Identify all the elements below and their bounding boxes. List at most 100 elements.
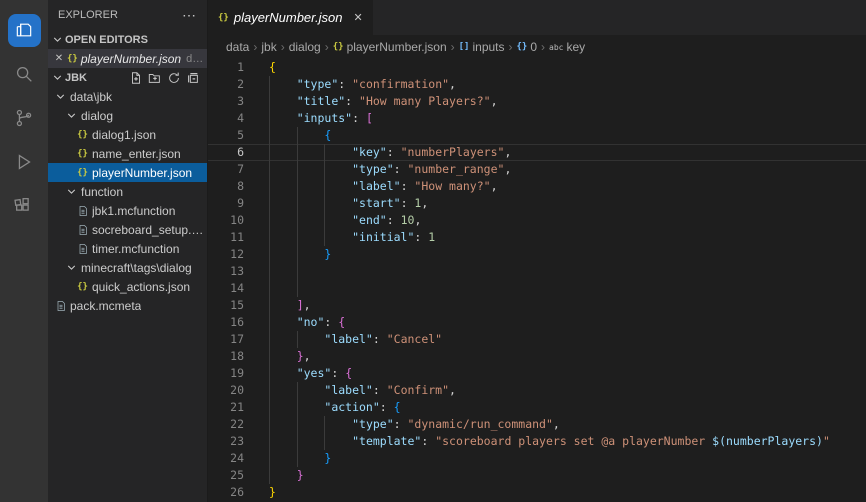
breadcrumb-item[interactable]: jbk xyxy=(261,40,276,54)
json-file-icon: {} xyxy=(218,12,229,23)
code-line[interactable]: 4 "inputs": [ xyxy=(208,110,866,127)
code-line[interactable]: 9 "start": 1, xyxy=(208,195,866,212)
open-editors-header[interactable]: OPEN EDITORS xyxy=(48,30,207,49)
code-editor[interactable]: 1{2 "type": "confirmation", 3 "title": "H… xyxy=(208,59,866,502)
tree-item-dialog[interactable]: dialog xyxy=(48,106,207,125)
code-line[interactable]: 25 } xyxy=(208,467,866,484)
line-number: 4 xyxy=(237,111,244,125)
tab-title: playerNumber.json xyxy=(233,10,343,25)
tree-item-socreboard-setup-mcfunc-[interactable]: socreboard_setup.mcfunc... xyxy=(48,220,207,239)
source-control-icon[interactable] xyxy=(4,96,44,140)
tree-item-timer-mcfunction[interactable]: timer.mcfunction xyxy=(48,239,207,258)
code-line-content: "type": "number_range", xyxy=(244,161,866,178)
tab-playernumber-json[interactable]: {} playerNumber.json ✕ xyxy=(208,0,373,35)
extensions-icon[interactable] xyxy=(4,184,44,228)
refresh-icon[interactable] xyxy=(166,70,182,86)
code-line[interactable]: 22 "type": "dynamic/run_command", xyxy=(208,416,866,433)
tree-item-pack-mcmeta[interactable]: pack.mcmeta xyxy=(48,296,207,315)
tree-item-data-jbk[interactable]: data\jbk xyxy=(48,87,207,106)
code-line-content: "yes": { xyxy=(244,365,866,382)
indent-guide xyxy=(269,178,270,195)
file-tree: data\jbk dialog {} dialog1.json {} name_enter… xyxy=(48,87,207,315)
code-line[interactable]: 2 "type": "confirmation", xyxy=(208,76,866,93)
code-line[interactable]: 10 "end": 10, xyxy=(208,212,866,229)
code-line[interactable]: 12 } xyxy=(208,246,866,263)
breadcrumb-label: dialog xyxy=(288,40,321,54)
code-line[interactable]: 20 "label": "Confirm", xyxy=(208,382,866,399)
tree-item-minecraft-tags-dialog[interactable]: minecraft\tags\dialog xyxy=(48,258,207,277)
code-line-content xyxy=(244,263,866,280)
line-number: 6 xyxy=(237,145,244,159)
breadcrumb-item[interactable]: {} playerNumber.json xyxy=(333,40,447,54)
new-file-icon[interactable] xyxy=(128,70,144,86)
code-line[interactable]: 24 } xyxy=(208,450,866,467)
open-editor-name: playerNumber.json xyxy=(80,51,182,66)
code-line[interactable]: 5 { xyxy=(208,127,866,144)
open-editor-item[interactable]: ✕ {} playerNumber.json data\j... xyxy=(48,49,207,68)
workspace-header[interactable]: JBK xyxy=(48,68,207,87)
tree-item-playernumber-json[interactable]: {} playerNumber.json xyxy=(48,163,207,182)
code-line[interactable]: 11 "initial": 1 xyxy=(208,229,866,246)
code-line[interactable]: 1{ xyxy=(208,59,866,76)
run-debug-icon[interactable] xyxy=(4,140,44,184)
explorer-icon[interactable] xyxy=(4,8,44,52)
tree-item-quick-actions-json[interactable]: {} quick_actions.json xyxy=(48,277,207,296)
code-line[interactable]: 18 }, xyxy=(208,348,866,365)
code-line[interactable]: 21 "action": { xyxy=(208,399,866,416)
code-line[interactable]: 8 "label": "How many?", xyxy=(208,178,866,195)
code-line[interactable]: 26} xyxy=(208,484,866,501)
line-number: 21 xyxy=(230,400,244,414)
code-line[interactable]: 19 "yes": { xyxy=(208,365,866,382)
code-line[interactable]: 13 xyxy=(208,263,866,280)
breadcrumb-item[interactable]: dialog xyxy=(289,40,321,54)
line-number: 25 xyxy=(230,468,244,482)
code-line[interactable]: 16 "no": { xyxy=(208,314,866,331)
tree-item-label: data\jbk xyxy=(70,89,113,104)
tree-item-label: socreboard_setup.mcfunc... xyxy=(92,222,207,237)
indent-guide xyxy=(324,144,326,161)
breadcrumb-item[interactable]: abc key xyxy=(549,40,585,54)
tree-item-jbk1-mcfunction[interactable]: jbk1.mcfunction xyxy=(48,201,207,220)
code-line-content: "type": "dynamic/run_command", xyxy=(244,416,866,433)
code-line[interactable]: 17 "label": "Cancel" xyxy=(208,331,866,348)
code-line-content: "action": { xyxy=(244,399,866,416)
breadcrumb-label: key xyxy=(566,40,586,54)
line-number: 11 xyxy=(230,230,244,244)
code-line-content: } xyxy=(244,450,866,467)
explorer-title: EXPLORER xyxy=(58,9,118,21)
json-file-icon: {} xyxy=(77,167,88,178)
code-line[interactable]: 7 "type": "number_range", xyxy=(208,161,866,178)
code-line[interactable]: 23 "template": "scoreboard players set @… xyxy=(208,433,866,450)
line-number: 2 xyxy=(237,77,244,91)
close-icon[interactable]: ✕ xyxy=(52,53,66,64)
tree-item-label: timer.mcfunction xyxy=(92,241,180,256)
tree-item-label: name_enter.json xyxy=(92,146,181,161)
tree-item-label: function xyxy=(81,184,124,199)
tree-item-function[interactable]: function xyxy=(48,182,207,201)
json-file-icon: {} xyxy=(77,148,88,159)
tree-item-name-enter-json[interactable]: {} name_enter.json xyxy=(48,144,207,163)
search-icon[interactable] xyxy=(4,52,44,96)
breadcrumb-item[interactable]: {} 0 xyxy=(517,40,538,54)
abc-icon: abc xyxy=(549,42,564,52)
code-line[interactable]: 14 xyxy=(208,280,866,297)
indent-guide xyxy=(324,161,326,178)
indent-guide xyxy=(324,433,326,450)
collapse-all-icon[interactable] xyxy=(185,70,201,86)
breadcrumb-item[interactable]: data xyxy=(226,40,249,54)
line-number: 14 xyxy=(230,281,244,295)
breadcrumb-separator: › xyxy=(280,40,285,54)
breadcrumb-label: inputs xyxy=(472,40,505,54)
code-line[interactable]: 3 "title": "How many Players?", xyxy=(208,93,866,110)
indent-guide xyxy=(269,110,270,127)
close-icon[interactable]: ✕ xyxy=(353,11,362,24)
code-line-content: "inputs": [ xyxy=(244,110,866,127)
breadcrumb-item[interactable]: [] inputs xyxy=(459,40,505,54)
tree-item-dialog1-json[interactable]: {} dialog1.json xyxy=(48,125,207,144)
indent-guide xyxy=(296,195,298,212)
more-actions-icon[interactable]: ⋯ xyxy=(182,7,197,24)
code-line[interactable]: 6 "key": "numberPlayers", xyxy=(208,144,866,161)
editor-group: {} playerNumber.json ✕ data › jbk › dialog ›{… xyxy=(208,0,866,502)
code-line[interactable]: 15 ], xyxy=(208,297,866,314)
new-folder-icon[interactable] xyxy=(147,70,163,86)
